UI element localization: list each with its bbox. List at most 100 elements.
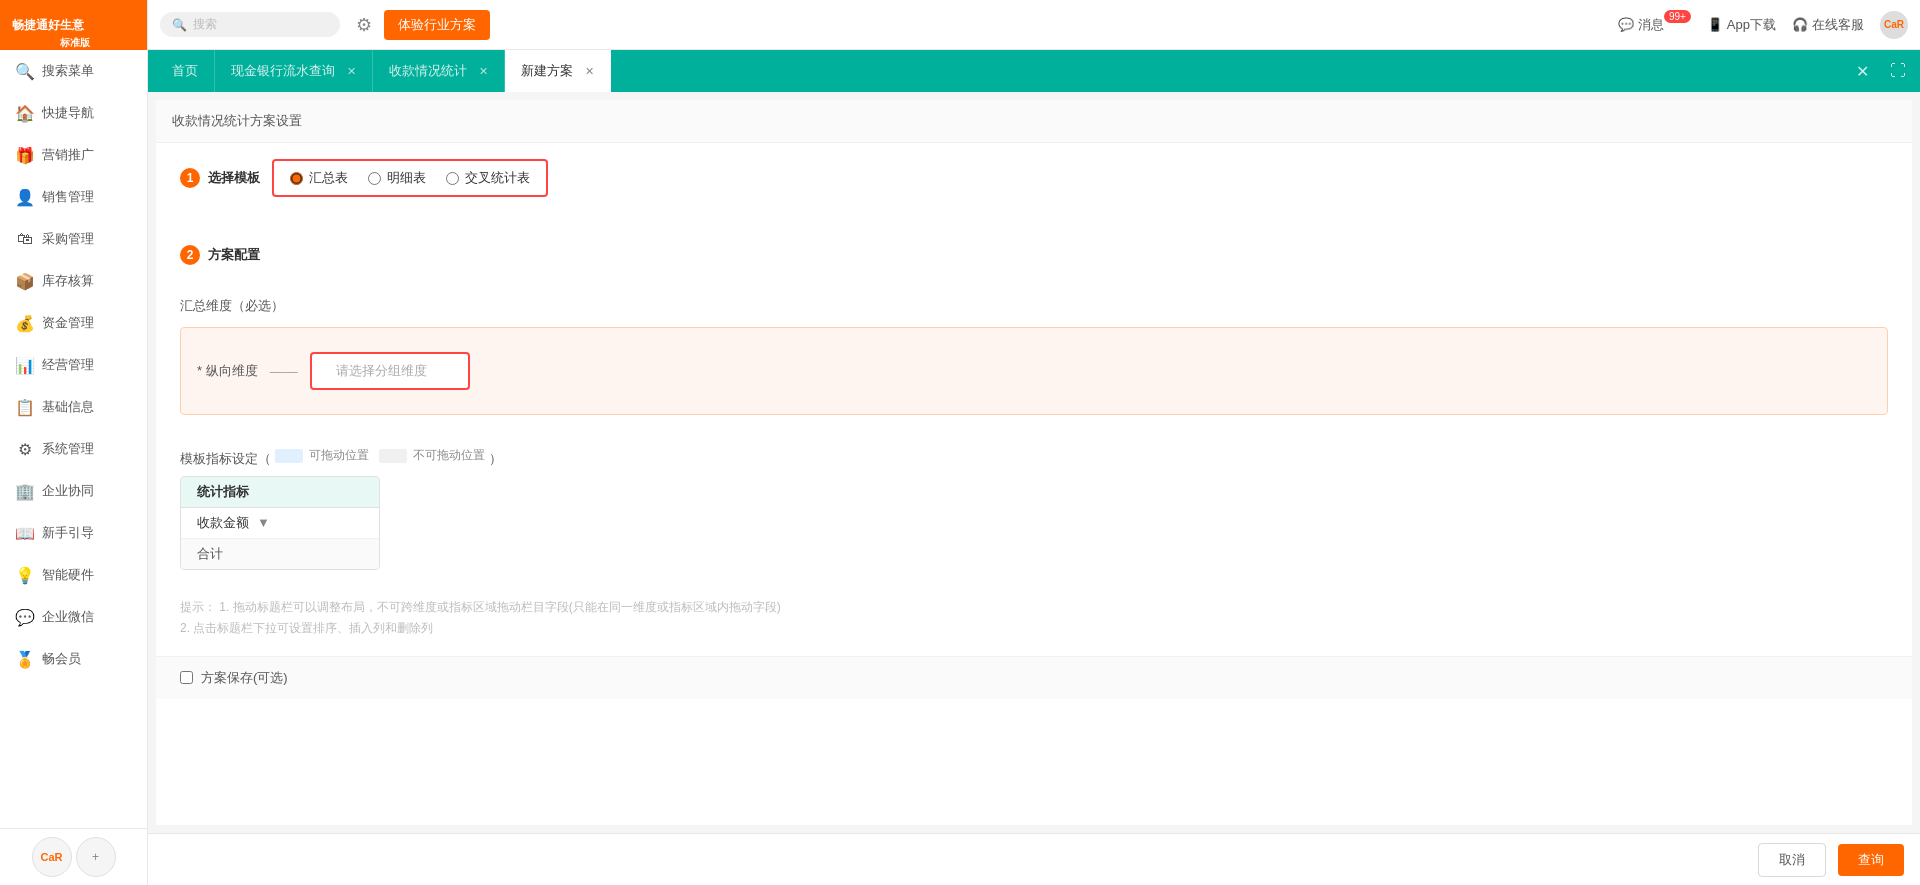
message-badge: 99+ [1664, 10, 1691, 23]
vertical-label: * 纵向维度 [197, 362, 258, 380]
header: 🔍 搜索 ⚙ 体验行业方案 💬 消息 99+ 📱 App下载 🎧 在线客服 Ca… [148, 0, 1920, 50]
sidebar-items: 🔍搜索菜单🏠快捷导航🎁营销推广👤销售管理🛍采购管理📦库存核算💰资金管理📊经营管理… [0, 50, 147, 680]
avatar[interactable]: CaR [1880, 11, 1908, 39]
tab-receipt-stats[interactable]: 收款情况统计 ✕ [373, 50, 505, 92]
sidebar-item-operation[interactable]: 📊经营管理 [0, 344, 147, 386]
tip1: 提示： 1. 拖动标题栏可以调整布局，不可跨维度或指标区域拖动栏目字段(只能在同… [180, 597, 1888, 619]
sidebar-item-inventory[interactable]: 📦库存核算 [0, 260, 147, 302]
tab-bank-flow[interactable]: 现金银行流水查询 ✕ [215, 50, 373, 92]
arrow-icon: —— [270, 363, 298, 379]
nav-icon-hardware: 💡 [16, 566, 34, 584]
dimension-area: * 纵向维度 —— 请选择分组维度 [180, 327, 1888, 415]
nav-icon-purchase: 🛍 [16, 230, 34, 248]
draggable-label: 可拖动位置 [309, 447, 369, 464]
nav-icon-guide: 📖 [16, 524, 34, 542]
step1-section: 1 选择模板 汇总表 明细表 交叉统计表 [156, 143, 1912, 229]
nav-label-operation: 经营管理 [42, 356, 94, 374]
tab-actions: ✕ ⛶ [1848, 57, 1912, 85]
config-section: 汇总维度（必选） * 纵向维度 —— 请选择分组维度 [156, 297, 1912, 431]
sidebar-extra-btn[interactable]: + [76, 837, 116, 877]
sidebar-item-marketing[interactable]: 🎁营销推广 [0, 134, 147, 176]
sidebar-item-hardware[interactable]: 💡智能硬件 [0, 554, 147, 596]
sidebar-item-system[interactable]: ⚙系统管理 [0, 428, 147, 470]
sidebar-item-finance[interactable]: 💰资金管理 [0, 302, 147, 344]
non-draggable-box [379, 449, 407, 463]
step2-num: 2 [180, 245, 200, 265]
tab-label-bank-flow: 现金银行流水查询 [231, 62, 335, 80]
nav-label-wechat: 企业微信 [42, 608, 94, 626]
dropdown-icon[interactable]: ▼ [257, 515, 270, 530]
radio-detail[interactable]: 明细表 [368, 169, 426, 187]
tab-expand[interactable]: ⛶ [1884, 57, 1912, 85]
nav-icon-enterprise: 🏢 [16, 482, 34, 500]
header-right: 💬 消息 99+ 📱 App下载 🎧 在线客服 CaR [1618, 11, 1908, 39]
tabbar: 首页 现金银行流水查询 ✕ 收款情况统计 ✕ 新建方案 ✕ ✕ ⛶ [148, 50, 1920, 92]
query-button[interactable]: 查询 [1838, 844, 1904, 876]
tab-close-bank-flow[interactable]: ✕ [347, 65, 356, 78]
nav-icon-quick-nav: 🏠 [16, 104, 34, 122]
settings-icon[interactable]: ⚙ [356, 14, 372, 36]
sidebar-item-purchase[interactable]: 🛍采购管理 [0, 218, 147, 260]
sidebar-avatar[interactable]: CaR [32, 837, 72, 877]
save-label: 方案保存(可选) [201, 669, 288, 687]
page-title: 收款情况统计方案设置 [156, 100, 1912, 143]
sidebar: 畅捷通好生意 标准版 🔍搜索菜单🏠快捷导航🎁营销推广👤销售管理🛍采购管理📦库存核… [0, 0, 148, 885]
sidebar-item-guide[interactable]: 📖 新手引导 [0, 512, 147, 554]
draggable-box [275, 449, 303, 463]
header-search[interactable]: 🔍 搜索 [160, 12, 340, 37]
metrics-section: 模板指标设定（ 可拖动位置 不可拖动位置 ） 统计 [156, 431, 1912, 589]
tips-section: 提示： 1. 拖动标题栏可以调整布局，不可跨维度或指标区域拖动栏目字段(只能在同… [156, 589, 1912, 656]
tab-label-home: 首页 [172, 62, 198, 80]
sidebar-item-wechat[interactable]: 💬企业微信 [0, 596, 147, 638]
tab-close-all[interactable]: ✕ [1848, 57, 1876, 85]
tab-home[interactable]: 首页 [156, 50, 215, 92]
step2-section: 2 方案配置 [156, 229, 1912, 297]
save-checkbox[interactable] [180, 671, 193, 684]
sidebar-item-member[interactable]: 🏅畅会员 [0, 638, 147, 680]
save-section: 方案保存(可选) [156, 656, 1912, 699]
app-download-item[interactable]: 📱 App下载 [1707, 16, 1776, 34]
tab-new-plan[interactable]: 新建方案 ✕ [505, 50, 611, 92]
metrics-amount-label: 收款金额 [197, 514, 249, 532]
radio-cross[interactable]: 交叉统计表 [446, 169, 530, 187]
sidebar-item-quick-nav[interactable]: 🏠快捷导航 [0, 92, 147, 134]
service-item[interactable]: 🎧 在线客服 [1792, 16, 1864, 34]
tab-label-receipt-stats: 收款情况统计 [389, 62, 467, 80]
sidebar-item-search-menu[interactable]: 🔍搜索菜单 [0, 50, 147, 92]
drag-legend-draggable: 可拖动位置 [275, 447, 369, 464]
tab-label-new-plan: 新建方案 [521, 62, 573, 80]
avatar-text: CaR [1884, 19, 1904, 30]
main-area: 🔍 搜索 ⚙ 体验行业方案 💬 消息 99+ 📱 App下载 🎧 在线客服 Ca… [148, 0, 1920, 885]
dimension-select[interactable]: 请选择分组维度 [310, 352, 470, 390]
app-label: App下载 [1727, 16, 1776, 34]
nav-label-guide: 新手引导 [42, 524, 94, 542]
radio-summary[interactable]: 汇总表 [290, 169, 348, 187]
sidebar-item-sales[interactable]: 👤销售管理 [0, 176, 147, 218]
nav-label-sales: 销售管理 [42, 188, 94, 206]
service-label: 在线客服 [1812, 16, 1864, 34]
drag-legend-non: 不可拖动位置 [379, 447, 485, 464]
sidebar-item-enterprise[interactable]: 🏢 企业协同 [0, 470, 147, 512]
cancel-button[interactable]: 取消 [1758, 843, 1826, 877]
sidebar-item-basic-info[interactable]: 📋基础信息 [0, 386, 147, 428]
vertical-dimension-row: * 纵向维度 —— 请选择分组维度 [197, 352, 1871, 390]
message-item[interactable]: 💬 消息 99+ [1618, 16, 1691, 34]
step2-header: 2 方案配置 [180, 245, 1888, 265]
nav-icon-inventory: 📦 [16, 272, 34, 290]
metrics-row-amount: 收款金额 ▼ [181, 508, 379, 538]
sidebar-logo: 畅捷通好生意 标准版 [0, 0, 147, 50]
radio-summary-label: 汇总表 [309, 169, 348, 187]
nav-icon-system: ⚙ [16, 440, 34, 458]
message-icon: 💬 [1618, 17, 1634, 32]
content-inner: 收款情况统计方案设置 1 选择模板 汇总表 明细表 [156, 100, 1912, 825]
step1-header: 1 选择模板 汇总表 明细表 交叉统计表 [180, 159, 1888, 197]
step1-num: 1 [180, 168, 200, 188]
app-icon: 📱 [1707, 17, 1723, 32]
content: 收款情况统计方案设置 1 选择模板 汇总表 明细表 [148, 92, 1920, 833]
tab-close-receipt-stats[interactable]: ✕ [479, 65, 488, 78]
tab-close-new-plan[interactable]: ✕ [585, 65, 594, 78]
sidebar-bottom: CaR + [0, 828, 147, 885]
metrics-table: 统计指标 收款金额 ▼ 合计 [180, 476, 380, 570]
industry-btn[interactable]: 体验行业方案 [384, 10, 490, 40]
nav-label-enterprise: 企业协同 [42, 482, 94, 500]
